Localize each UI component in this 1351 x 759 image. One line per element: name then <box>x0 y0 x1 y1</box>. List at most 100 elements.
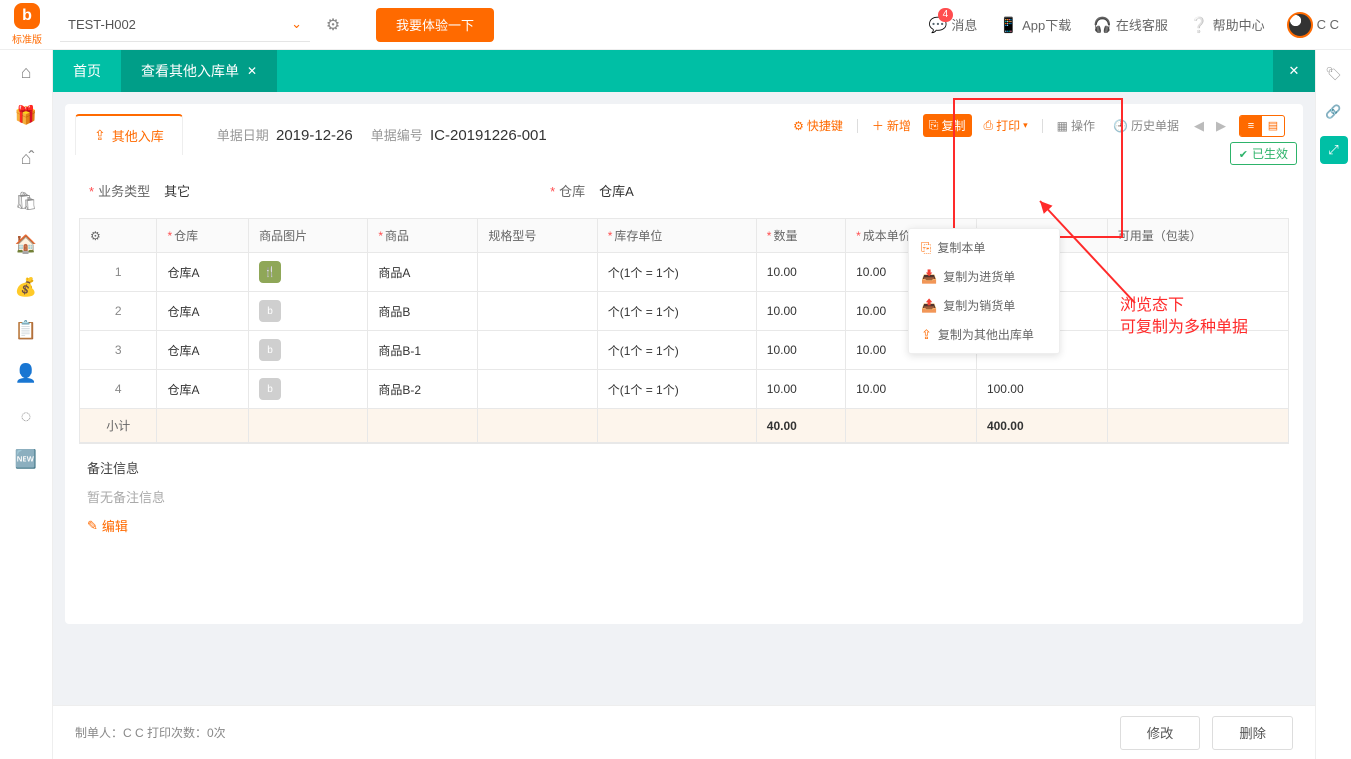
copy-this-doc[interactable]: ⎘复制本单 <box>909 233 1059 262</box>
col-image: 商品图片 <box>249 219 368 253</box>
next-button[interactable]: ▶ <box>1213 118 1229 134</box>
org-selector[interactable]: TEST-H002 ⌄ <box>60 8 310 42</box>
app-logo[interactable]: 标准版 <box>12 3 42 46</box>
chevron-down-icon: ⌄ <box>291 16 302 32</box>
product-image-icon: b <box>259 339 281 361</box>
col-spec: 规格型号 <box>478 219 597 253</box>
home-icon[interactable]: ⌂ <box>21 62 32 83</box>
user-menu[interactable]: C C <box>1287 12 1339 38</box>
finance-icon[interactable]: 💰 <box>15 277 37 298</box>
tab-active[interactable]: 查看其他入库单 ✕ <box>121 50 277 92</box>
avatar <box>1287 12 1313 38</box>
ops-button[interactable]: ▦操作 <box>1051 114 1101 137</box>
cart-icon[interactable]: 🛍 <box>15 191 38 212</box>
headset-icon: 🎧 <box>1093 16 1112 34</box>
col-avail: 可用量（包装） <box>1107 219 1288 253</box>
print-button[interactable]: ⎙打印▾ <box>978 114 1034 137</box>
product-image-icon: b <box>259 378 281 400</box>
tab-home[interactable]: 首页 <box>53 50 121 92</box>
product-image-icon: 🍴 <box>259 261 281 283</box>
copy-as-sale[interactable]: 📤复制为销货单 <box>909 291 1059 320</box>
messages-button[interactable]: 💬 消息 4 <box>929 15 978 34</box>
col-warehouse: *仓库 <box>157 219 249 253</box>
gear-icon[interactable]: ⚙ <box>318 15 348 35</box>
table-row[interactable]: 2仓库Ab商品B个(1个 = 1个)10.0010.00100.00 <box>80 292 1288 331</box>
copy-icon: ⎘ <box>921 240 931 256</box>
gear-icon: ⚙ <box>793 119 804 133</box>
status-badge: 已生效 <box>1230 142 1297 165</box>
edition-label: 标准版 <box>12 31 42 46</box>
left-nav: ⌂ 🎁 ⌂̂ 🛍 🏠 💰 📋 👤 ◌ 🆕 <box>0 50 53 759</box>
phone-icon: 📱 <box>999 16 1018 34</box>
sale-icon: 📤 <box>921 298 937 314</box>
view-grid[interactable]: ▤ <box>1262 116 1284 136</box>
new-icon[interactable]: 🆕 <box>15 449 37 470</box>
doc-type-tab[interactable]: ⇪ 其他入库 <box>75 114 183 155</box>
report-icon[interactable]: 📋 <box>15 320 37 341</box>
close-all-tabs[interactable]: ✕ <box>1273 50 1315 92</box>
history-icon: 🕘 <box>1113 119 1128 133</box>
biz-type-field: *业务类型其它 <box>89 181 190 200</box>
no-value: IC-20191226-001 <box>430 127 547 144</box>
col-gear[interactable]: ⚙ <box>80 219 157 253</box>
subtotal-qty: 40.00 <box>756 409 845 443</box>
messages-badge: 4 <box>938 8 954 22</box>
copy-icon: ⎘ <box>929 118 939 133</box>
close-icon[interactable]: ✕ <box>247 64 257 78</box>
footer-info: 制单人：C C 打印次数：0次 <box>75 724 226 741</box>
tag-icon[interactable]: 🏷 <box>1320 60 1348 88</box>
annotation-text: 浏览态下 可复制为多种单据 <box>1120 295 1248 339</box>
edit-icon: ✎ <box>87 518 98 534</box>
app-download-button[interactable]: 📱 App下载 <box>999 15 1071 34</box>
view-list[interactable]: ≡ <box>1240 116 1262 136</box>
shortcut-button[interactable]: ⚙快捷键 <box>787 114 849 137</box>
inbox-icon: ⇪ <box>94 127 106 144</box>
store-icon[interactable]: ⌂̂ <box>21 148 32 169</box>
col-unit: *库存单位 <box>597 219 756 253</box>
copy-as-other-out[interactable]: ⇪复制为其他出库单 <box>909 320 1059 349</box>
org-name: TEST-H002 <box>68 17 136 32</box>
date-value: 2019-12-26 <box>276 127 353 144</box>
plus-icon: ＋ <box>872 117 884 134</box>
subtotal-label: 小计 <box>80 409 157 443</box>
messages-label: 消息 <box>951 15 977 34</box>
expand-icon[interactable]: ⤢ <box>1320 136 1348 164</box>
prev-button[interactable]: ◀ <box>1191 118 1207 134</box>
new-button[interactable]: ＋新增 <box>866 114 917 137</box>
out-icon: ⇪ <box>921 327 932 343</box>
table-row[interactable]: 3仓库Ab商品B-1个(1个 = 1个)10.0010.00100.00 <box>80 331 1288 370</box>
grid-icon: ▦ <box>1057 119 1068 133</box>
history-button[interactable]: 🕘历史单据 <box>1107 114 1185 137</box>
no-label: 单据编号 <box>371 128 423 143</box>
warehouse-field: *仓库仓库A <box>550 181 634 200</box>
modify-button[interactable]: 修改 <box>1120 716 1201 750</box>
subtotal-amount: 400.00 <box>976 409 1107 443</box>
table-row[interactable]: 1仓库A🍴商品A个(1个 = 1个)10.0010.00100.00 <box>80 253 1288 292</box>
print-icon: ⎙ <box>984 118 994 133</box>
warehouse-icon[interactable]: 🏠 <box>15 234 37 255</box>
try-button[interactable]: 我要体验一下 <box>376 8 494 42</box>
help-button[interactable]: ❔ 帮助中心 <box>1190 15 1265 34</box>
chevron-down-icon: ▾ <box>1023 120 1028 131</box>
edit-remark-button[interactable]: ✎编辑 <box>87 516 128 535</box>
copy-as-purchase[interactable]: 📥复制为进货单 <box>909 262 1059 291</box>
items-table: ⚙ *仓库 商品图片 *商品 规格型号 *库存单位 *数量 *成本单价 *成本金… <box>80 219 1288 443</box>
col-product: *商品 <box>368 219 478 253</box>
sync-icon[interactable]: ◌ <box>21 406 32 427</box>
product-image-icon: b <box>259 300 281 322</box>
copy-dropdown: ⎘复制本单 📥复制为进货单 📤复制为销货单 ⇪复制为其他出库单 <box>908 228 1060 354</box>
contacts-icon[interactable]: 👤 <box>15 363 37 384</box>
help-icon: ❔ <box>1190 16 1209 34</box>
delete-button[interactable]: 删除 <box>1212 716 1293 750</box>
date-label: 单据日期 <box>217 128 269 143</box>
online-cs-button[interactable]: 🎧 在线客服 <box>1093 15 1168 34</box>
purchase-icon: 📥 <box>921 269 937 285</box>
remark-title: 备注信息 <box>87 458 1281 477</box>
user-name: C C <box>1317 17 1339 32</box>
link-icon[interactable]: 🔗 <box>1320 98 1348 126</box>
gift-icon[interactable]: 🎁 <box>15 105 37 126</box>
table-row[interactable]: 4仓库Ab商品B-2个(1个 = 1个)10.0010.00100.00 <box>80 370 1288 409</box>
copy-button[interactable]: ⎘复制 <box>923 114 972 137</box>
col-qty: *数量 <box>756 219 845 253</box>
remark-empty: 暂无备注信息 <box>87 487 1281 506</box>
